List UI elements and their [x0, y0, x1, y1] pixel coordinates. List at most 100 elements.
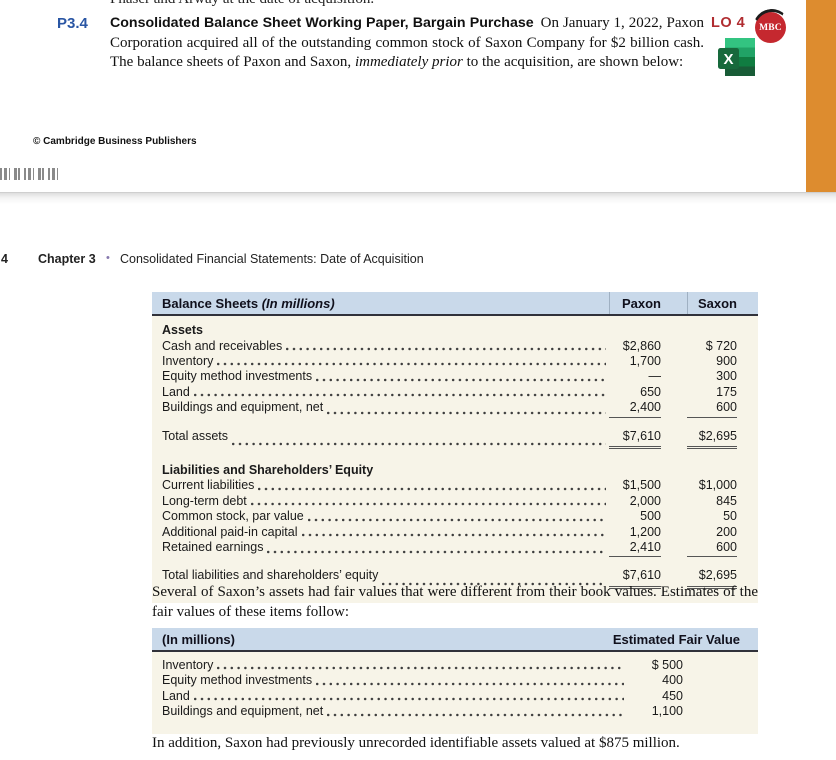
saxon-value: $ 720 [687, 339, 758, 354]
previous-page-bottom: Phaser and Arway at the date of acquisit… [0, 0, 836, 192]
row-label: Equity method investments [162, 369, 313, 384]
table-row: Retained earnings 2,410 600 [152, 540, 758, 558]
dot-leader [316, 377, 606, 382]
paxon-value: $7,610 [609, 429, 687, 449]
row-label: Land [162, 688, 190, 703]
dot-leader [267, 550, 606, 555]
value: $ 500 [651, 658, 683, 672]
value: 2,000 [629, 493, 661, 508]
clipped-text: Phaser and Arway at the date of acquisit… [110, 0, 530, 8]
paxon-value: 2,410 [609, 540, 687, 558]
table-row: Buildings and equipment, net 1,100 [152, 704, 758, 719]
table-row: Equity method investments 400 [152, 673, 758, 688]
value: 1,700 [629, 353, 661, 368]
dot-leader [193, 393, 606, 398]
column-header-estimated-fair-value: Estimated Fair Value [612, 631, 740, 647]
saxon-value: 200 [687, 525, 758, 540]
dot-leader [193, 697, 624, 702]
column-header-paxon: Paxon [609, 292, 687, 314]
dot-leader [217, 362, 606, 367]
barcode-icon [0, 168, 58, 180]
saxon-value: 50 [687, 509, 758, 524]
row-label: Inventory [162, 658, 214, 672]
saxon-value: 175 [687, 385, 758, 400]
paxon-value: 2,000 [609, 494, 687, 509]
value: 2,400 [609, 400, 661, 418]
value: 200 [716, 524, 737, 539]
value: 175 [716, 384, 737, 399]
table-title: Balance Sheets (In millions) [152, 296, 335, 311]
table-row: Long-term debt 2,000 845 [152, 494, 758, 509]
saxon-value: 845 [687, 494, 758, 509]
learning-objective-badge: LO 4 [711, 15, 746, 31]
value: 1,100 [651, 704, 683, 719]
dot-leader [232, 441, 606, 446]
orange-sidebar [806, 0, 836, 192]
saxon-value: 900 [687, 354, 758, 369]
row-label: Buildings and equipment, net [162, 400, 324, 415]
header-spacer [335, 292, 609, 314]
section-heading-assets: Assets [162, 323, 203, 337]
saxon-value: 600 [687, 540, 758, 558]
row-label: Current liabilities [162, 478, 255, 493]
table-row: Current liabilities $1,500 $1,000 [152, 478, 758, 493]
dot-leader [327, 712, 624, 717]
dot-leader [307, 517, 606, 522]
paxon-value: 650 [609, 385, 687, 400]
table-row: Land 450 [152, 689, 758, 704]
paxon-value: — [609, 369, 687, 384]
value: 650 [640, 384, 661, 399]
paxon-value: $1,500 [609, 478, 687, 493]
page-divider [0, 192, 836, 204]
svg-text:X: X [723, 51, 733, 68]
mbc-badge-icon[interactable]: MBC [755, 12, 786, 43]
row-label: Buildings and equipment, net [162, 704, 324, 719]
paxon-value: 2,400 [609, 400, 687, 418]
row-label: Additional paid-in capital [162, 524, 298, 539]
paxon-value: 1,200 [609, 525, 687, 540]
problem-statement: Consolidated Balance Sheet Working Paper… [110, 14, 704, 73]
problem-text-italic: immediately prior [354, 54, 463, 70]
saxon-value: 300 [687, 369, 758, 384]
table-row: Inventory $ 500 [152, 658, 758, 673]
fair-value-header-row: (In millions) Estimated Fair Value [152, 628, 758, 652]
problem-title: Consolidated Balance Sheet Working Paper… [110, 15, 534, 31]
excel-icon[interactable]: X [716, 36, 757, 78]
table-title-note: (In millions) [261, 295, 335, 311]
table-row: Buildings and equipment, net 2,400 600 [152, 400, 758, 418]
problem-text-2: to the acquisition, are shown below: [462, 54, 684, 70]
dot-leader [258, 486, 606, 491]
row-label: Long-term debt [162, 493, 247, 508]
paxon-value: 500 [609, 509, 687, 524]
table-row: Additional paid-in capital 1,200 200 [152, 525, 758, 540]
value: 450 [662, 688, 683, 703]
value: 845 [716, 493, 737, 508]
value: 400 [662, 673, 683, 688]
row-label: Land [162, 384, 190, 399]
balance-sheet-header-row: Balance Sheets (In millions) Paxon Saxon [152, 292, 758, 316]
value: 600 [687, 540, 737, 558]
value: 300 [716, 369, 737, 384]
table-row: Equity method investments — 300 [152, 369, 758, 384]
column-header-saxon: Saxon [687, 292, 758, 314]
page-canvas: Phaser and Arway at the date of acquisit… [0, 0, 836, 760]
chapter-label: Chapter 3 [38, 252, 96, 266]
dot-leader [217, 666, 624, 671]
fair-values-paragraph: Several of Saxon’s assets had fair value… [152, 584, 758, 620]
value: 50 [723, 509, 737, 524]
unrecorded-assets-paragraph: In addition, Saxon had previously unreco… [152, 735, 680, 751]
fair-value-body: Inventory $ 500 Equity method investment… [152, 652, 758, 734]
balance-sheet-table: Balance Sheets (In millions) Paxon Saxon… [152, 292, 758, 603]
dot-leader [301, 533, 606, 538]
saxon-value: $1,000 [687, 478, 758, 493]
copyright-line: © Cambridge Business Publishers [33, 136, 197, 147]
clipped-text-line: Phaser and Arway at the date of acquisit… [110, 0, 530, 8]
page-number: 4 [1, 252, 8, 266]
value: $7,610 [609, 429, 661, 449]
fair-value-table: (In millions) Estimated Fair Value Inven… [152, 628, 758, 734]
value: 2,410 [609, 540, 661, 558]
value: 1,200 [629, 524, 661, 539]
chapter-bullet-icon: • [106, 252, 110, 264]
row-label: Cash and receivables [162, 338, 283, 353]
row-label: Total assets [162, 428, 229, 443]
